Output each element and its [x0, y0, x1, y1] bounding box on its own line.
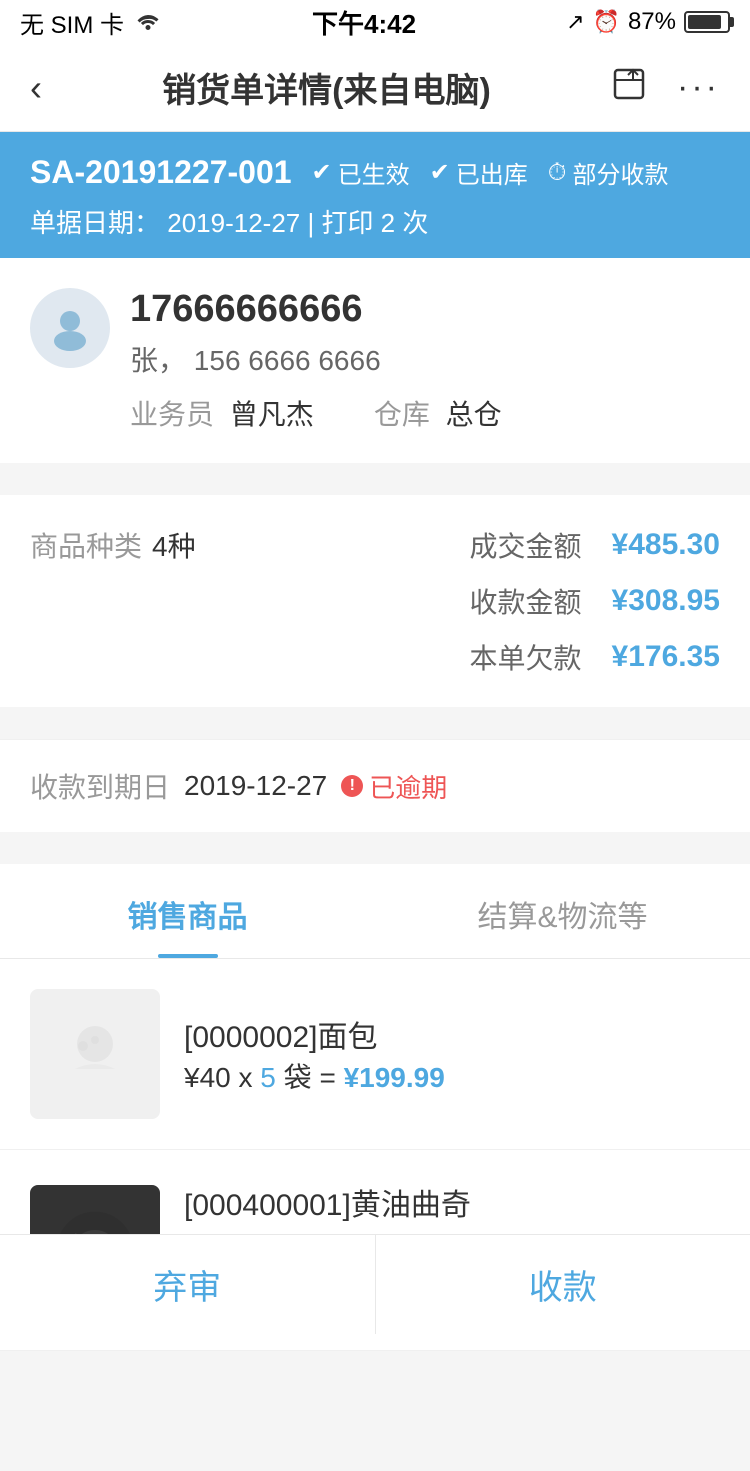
tabs-section: 销售商品 结算&物流等 — [0, 864, 750, 959]
order-date: 2019-12-27 — [167, 208, 300, 238]
overdue-text: 已逾期 — [369, 768, 447, 805]
check-icon-1: ✔ — [312, 158, 332, 187]
order-header: SA-20191227-001 ✔ 已生效 ✔ 已出库 ⏱ 部分收款 单据日期：… — [0, 132, 750, 258]
tab-settlement[interactable]: 结算&物流等 — [375, 864, 750, 958]
tab-products[interactable]: 销售商品 — [0, 864, 375, 958]
share-button[interactable] — [611, 66, 647, 110]
nav-bar: ‹ 销货单详情(来自电脑) ··· — [0, 44, 750, 132]
back-button[interactable]: ‹ — [30, 67, 42, 109]
bottom-bar: 弃审 收款 — [0, 1234, 750, 1334]
due-date-label: 收款到期日 — [30, 766, 170, 806]
wifi-icon — [134, 8, 162, 37]
product-price-1: ¥40 x 5 袋 = ¥199.99 — [184, 1056, 720, 1096]
avatar — [30, 288, 110, 368]
battery-icon — [684, 11, 730, 33]
more-button[interactable]: ··· — [677, 68, 720, 107]
clock-icon: ⏱ — [548, 159, 567, 187]
staff-info: 业务员 曾凡杰 — [130, 393, 314, 433]
status-shipped: ✔ 已出库 — [430, 155, 528, 190]
customer-id: 17666666666 — [130, 288, 720, 331]
battery-percent: 87% — [628, 8, 676, 36]
product-name-2: [000400001]黄油曲奇 — [184, 1180, 720, 1224]
due-date-value: 2019-12-27 — [184, 770, 327, 802]
warehouse-info: 仓库 总仓 — [374, 393, 502, 433]
product-types-label: 商品种类 — [30, 525, 142, 565]
amounts-right: 成交金额 ¥485.30 收款金额 ¥308.95 本单欠款 ¥176.35 — [470, 525, 720, 677]
status-bar: 无 SIM 卡 下午4:42 ↗ ⏰ 87% — [0, 0, 750, 44]
confirm-button[interactable]: 收款 — [375, 1235, 750, 1334]
status-time: 下午4:42 — [312, 4, 416, 41]
due-date-section: 收款到期日 2019-12-27 ! 已逾期 — [0, 739, 750, 832]
status-partial: ⏱ 部分收款 — [548, 155, 669, 190]
location-icon: ↗ — [566, 9, 584, 35]
cancel-button[interactable]: 弃审 — [0, 1235, 375, 1334]
customer-name-phone: 张， 156 6666 6666 — [130, 339, 720, 379]
status-effective: ✔ 已生效 — [312, 155, 410, 190]
product-name-1: [0000002]面包 — [184, 1012, 720, 1056]
customer-section: 17666666666 张， 156 6666 6666 业务员 曾凡杰 仓库 … — [0, 258, 750, 463]
status-left: 无 SIM 卡 — [20, 5, 162, 40]
received-amount-value: ¥308.95 — [612, 584, 720, 618]
date-label: 单据日期： — [30, 208, 160, 238]
deal-amount-value: ¥485.30 — [612, 528, 720, 562]
alarm-icon: ⏰ — [593, 9, 620, 35]
debt-label: 本单欠款 — [470, 637, 582, 677]
overdue-icon: ! — [341, 775, 363, 797]
table-row: [0000002]面包 ¥40 x 5 袋 = ¥199.99 — [0, 959, 750, 1150]
deal-amount-label: 成交金额 — [470, 525, 582, 565]
product-image-1 — [30, 989, 160, 1119]
print-info: | 打印 2 次 — [307, 208, 428, 238]
received-label: 收款金额 — [470, 581, 582, 621]
order-id: SA-20191227-001 — [30, 154, 292, 191]
product-info-1: [0000002]面包 ¥40 x 5 袋 = ¥199.99 — [184, 1012, 720, 1096]
check-icon-2: ✔ — [430, 158, 450, 187]
overdue-badge: ! 已逾期 — [341, 768, 447, 805]
page-title: 销货单详情(来自电脑) — [162, 63, 491, 112]
debt-amount-value: ¥176.35 — [612, 640, 720, 674]
nav-actions: ··· — [611, 66, 720, 110]
product-types-value: 4种 — [152, 525, 196, 565]
status-right: ↗ ⏰ 87% — [566, 8, 730, 36]
amounts-section: 商品种类 4种 成交金额 ¥485.30 收款金额 ¥308.95 本单欠款 ¥… — [0, 495, 750, 707]
carrier-text: 无 SIM 卡 — [20, 5, 124, 40]
